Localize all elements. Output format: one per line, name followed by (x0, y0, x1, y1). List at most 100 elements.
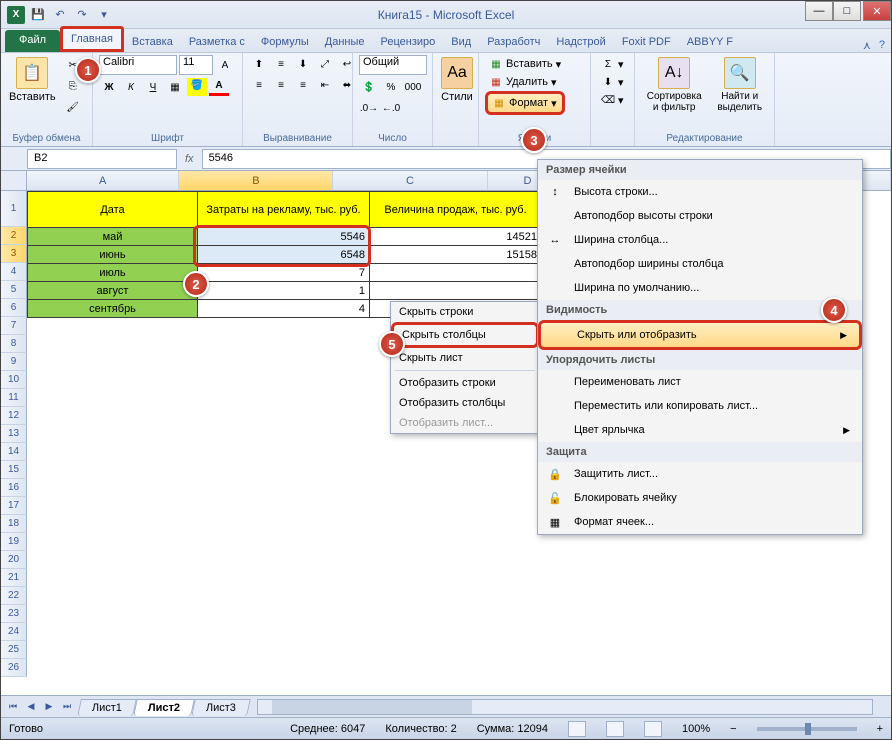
grow-font-icon[interactable]: A (215, 56, 235, 74)
indent-dec-icon[interactable]: ⇤ (315, 76, 335, 94)
tab-addins[interactable]: Надстрой (548, 32, 613, 52)
sheet-nav-prev-icon[interactable]: ◀ (23, 701, 39, 712)
horizontal-scrollbar[interactable] (257, 699, 873, 715)
align-left-icon[interactable]: ≡ (249, 76, 269, 94)
minimize-button[interactable]: — (805, 1, 833, 21)
tab-home[interactable]: Главная (60, 26, 124, 52)
qat-dropdown-icon[interactable]: ▾ (95, 6, 113, 24)
menu-hide-sheet[interactable]: Скрыть лист (391, 348, 539, 368)
data-table[interactable]: Дата Затраты на рекламу, тыс. руб. Велич… (27, 191, 542, 318)
sheet-tab-1[interactable]: Лист1 (77, 699, 137, 716)
row-header-4[interactable]: 4 (1, 263, 27, 281)
italic-icon[interactable]: К (121, 78, 141, 96)
row-header-2[interactable]: 2 (1, 227, 27, 245)
view-layout-icon[interactable] (606, 721, 624, 737)
number-format-select[interactable]: Общий (359, 55, 427, 75)
comma-icon[interactable]: 000 (403, 78, 423, 96)
cell-a3[interactable]: июнь (28, 246, 198, 264)
percent-icon[interactable]: % (381, 78, 401, 96)
select-all-corner[interactable] (1, 171, 27, 191)
view-normal-icon[interactable] (568, 721, 586, 737)
cell-a2[interactable]: май (28, 228, 198, 246)
autosum-button[interactable]: Σ▾ (597, 55, 628, 73)
redo-icon[interactable]: ↷ (73, 6, 91, 24)
zoom-level[interactable]: 100% (682, 723, 710, 735)
find-select-button[interactable]: 🔍 Найти и выделить (711, 55, 768, 115)
maximize-button[interactable]: □ (833, 1, 861, 21)
menu-protect-sheet[interactable]: 🔒Защитить лист... (538, 462, 862, 486)
fill-color-icon[interactable]: 🪣 (187, 78, 207, 96)
bold-icon[interactable]: Ж (99, 78, 119, 96)
tab-file[interactable]: Файл (5, 30, 60, 52)
tab-formulas[interactable]: Формулы (253, 32, 317, 52)
tab-review[interactable]: Рецензиро (373, 32, 444, 52)
fx-icon[interactable]: fx (177, 153, 202, 165)
save-icon[interactable]: 💾 (29, 6, 47, 24)
align-right-icon[interactable]: ≡ (293, 76, 313, 94)
decrease-decimal-icon[interactable]: ←.0 (381, 99, 401, 117)
tab-view[interactable]: Вид (443, 32, 479, 52)
cell-a4[interactable]: июль (28, 264, 198, 282)
font-color-icon[interactable]: A (209, 78, 229, 96)
align-top-icon[interactable]: ⬆ (249, 55, 269, 73)
help-icon[interactable]: ? (879, 39, 885, 52)
cell-b4[interactable]: 7 (198, 264, 370, 282)
menu-show-cols[interactable]: Отобразить столбцы (391, 393, 539, 413)
tab-data[interactable]: Данные (317, 32, 373, 52)
sheet-nav-first-icon[interactable]: ⏮ (5, 701, 21, 712)
border-icon[interactable]: ▦ (165, 78, 185, 96)
sheet-nav-next-icon[interactable]: ▶ (41, 701, 57, 712)
cell-b2[interactable]: 5546 (198, 228, 370, 246)
sheet-nav-last-icon[interactable]: ⏭ (59, 701, 75, 712)
menu-show-sheet[interactable]: Отобразить лист... (391, 413, 539, 433)
row-headers[interactable]: 1 2 3 4 5 6 7 8 9 10 11 12 13 14 15 16 1… (1, 191, 27, 677)
menu-show-rows[interactable]: Отобразить строки (391, 373, 539, 393)
currency-icon[interactable]: 💲 (359, 78, 379, 96)
format-cells-button[interactable]: ▦Формат ▾ (485, 91, 565, 115)
menu-col-width[interactable]: ↔Ширина столбца... (538, 228, 862, 252)
menu-hide-cols[interactable]: Скрыть столбцы (391, 322, 539, 348)
tab-developer[interactable]: Разработч (479, 32, 548, 52)
align-bottom-icon[interactable]: ⬇ (293, 55, 313, 73)
font-name-select[interactable]: Calibri (99, 55, 177, 75)
cell-c3[interactable]: 15158 (370, 246, 542, 264)
cell-c2[interactable]: 14521 (370, 228, 542, 246)
format-painter-icon[interactable]: 🖌 (62, 97, 84, 117)
menu-autofit-row[interactable]: Автоподбор высоты строки (538, 204, 862, 228)
header-date[interactable]: Дата (28, 192, 198, 228)
menu-rename-sheet[interactable]: Переименовать лист (538, 370, 862, 394)
styles-button[interactable]: Aa Стили (439, 55, 475, 105)
close-button[interactable]: ✕ (863, 1, 891, 21)
underline-icon[interactable]: Ч (143, 78, 163, 96)
cell-b3[interactable]: 6548 (198, 246, 370, 264)
menu-lock-cell[interactable]: 🔓Блокировать ячейку (538, 486, 862, 510)
tab-foxit[interactable]: Foxit PDF (614, 32, 679, 52)
row-header-6[interactable]: 6 (1, 299, 27, 317)
tab-insert[interactable]: Вставка (124, 32, 181, 52)
cell-b6[interactable]: 4 (198, 300, 370, 318)
delete-cells-button[interactable]: ▦Удалить ▾ (485, 73, 565, 91)
col-header-a[interactable]: A (27, 171, 179, 190)
col-header-c[interactable]: C (333, 171, 487, 190)
align-center-icon[interactable]: ≡ (271, 76, 291, 94)
sort-filter-button[interactable]: A↓ Сортировка и фильтр (641, 55, 707, 115)
menu-move-copy-sheet[interactable]: Переместить или копировать лист... (538, 394, 862, 418)
undo-icon[interactable]: ↶ (51, 6, 69, 24)
menu-hide-show[interactable]: Скрыть или отобразить▶ (538, 320, 862, 350)
font-size-select[interactable]: 11 (179, 55, 213, 75)
menu-row-height[interactable]: ↕Высота строки... (538, 180, 862, 204)
menu-tab-color[interactable]: Цвет ярлычка▶ (538, 418, 862, 442)
align-middle-icon[interactable]: ≡ (271, 55, 291, 73)
tab-layout[interactable]: Разметка с (181, 32, 253, 52)
col-header-b[interactable]: B (179, 171, 333, 190)
increase-decimal-icon[interactable]: .0→ (359, 99, 379, 117)
sheet-tab-3[interactable]: Лист3 (191, 699, 251, 716)
name-box[interactable]: B2 (27, 149, 177, 169)
row-header-5[interactable]: 5 (1, 281, 27, 299)
zoom-slider[interactable] (757, 727, 857, 731)
cell-c4[interactable] (370, 264, 542, 282)
fill-button[interactable]: ⬇▾ (597, 73, 628, 91)
minimize-ribbon-icon[interactable]: ⋏ (863, 39, 871, 52)
paste-button[interactable]: 📋 Вставить (7, 55, 58, 105)
header-cost[interactable]: Затраты на рекламу, тыс. руб. (198, 192, 370, 228)
